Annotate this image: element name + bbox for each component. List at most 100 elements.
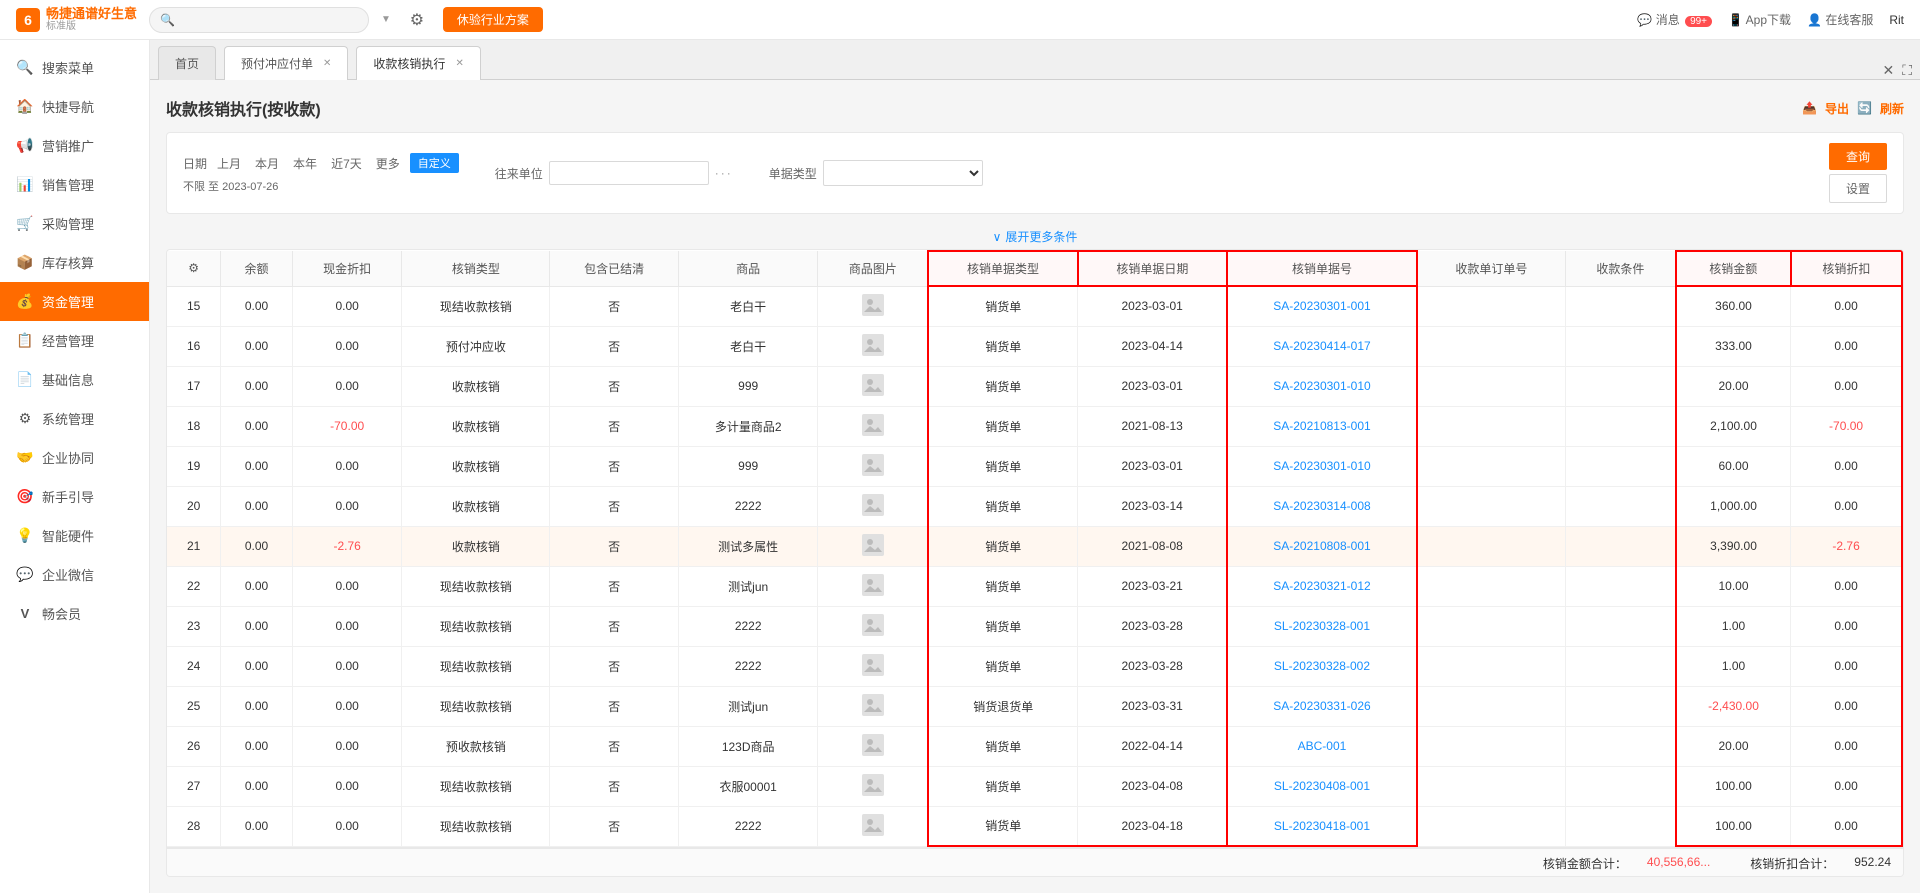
cell-discount: 0.00: [1791, 446, 1902, 486]
cell-cash-discount: 0.00: [292, 606, 402, 646]
doc-no-link[interactable]: SA-20230314-008: [1273, 499, 1370, 513]
custom-date-button[interactable]: 自定义: [410, 153, 459, 173]
online-service-link[interactable]: 👤 在线客服: [1807, 11, 1873, 28]
this-year-link[interactable]: 本年: [289, 153, 321, 174]
cell-doc-date: 2023-04-18: [1078, 806, 1227, 846]
settings-button[interactable]: 设置: [1829, 174, 1887, 203]
sidebar-item-member[interactable]: V 畅会员: [0, 594, 149, 633]
settings-icon[interactable]: ⚙: [403, 6, 431, 34]
cell-verify-type: 收款核销: [402, 366, 550, 406]
sidebar-item-search[interactable]: 🔍 搜索菜单: [0, 48, 149, 87]
page-content: 收款核销执行(按收款) 📤 导出 🔄 刷新 日期 上月 本月 本年 近7天: [150, 80, 1920, 893]
cell-amount: 1.00: [1676, 646, 1791, 686]
doc-no-link[interactable]: SA-20230414-017: [1273, 339, 1370, 353]
doc-no-link[interactable]: SA-20230301-010: [1273, 379, 1370, 393]
sidebar-item-marketing[interactable]: 📢 营销推广: [0, 126, 149, 165]
cell-verify-type: 现结收款核销: [402, 646, 550, 686]
refresh-button[interactable]: 刷新: [1880, 100, 1904, 117]
last-month-link[interactable]: 上月: [213, 153, 245, 174]
service-icon: 👤: [1807, 13, 1822, 27]
cell-amount: -2,430.00: [1676, 686, 1791, 726]
sidebar-item-inventory[interactable]: 📦 库存核算: [0, 243, 149, 282]
sidebar-item-finance[interactable]: 💰 资金管理: [0, 282, 149, 321]
app-logo: 6 畅捷通谱好生意 标准版: [16, 6, 137, 34]
app-download-link[interactable]: 📱 App下载: [1728, 11, 1791, 28]
export-button[interactable]: 导出: [1825, 100, 1849, 117]
doc-no-link[interactable]: SA-20210813-001: [1273, 419, 1370, 433]
cell-doc-date: 2023-03-31: [1078, 686, 1227, 726]
cell-verify-type: 现结收款核销: [402, 806, 550, 846]
doc-no-link[interactable]: SA-20230301-010: [1273, 459, 1370, 473]
sidebar-item-sales[interactable]: 📊 销售管理: [0, 165, 149, 204]
user-name[interactable]: Rit: [1889, 13, 1904, 27]
search-box[interactable]: 🔍: [149, 7, 369, 33]
sidebar-item-finance-label: 资金管理: [42, 292, 94, 311]
more-link[interactable]: 更多: [372, 153, 404, 174]
tab-prepay[interactable]: 预付冲应付单 ✕: [224, 46, 348, 80]
doc-no-link[interactable]: SA-20210808-001: [1273, 539, 1370, 553]
expand-more-bar[interactable]: ∨ 展开更多条件: [166, 224, 1904, 249]
doc-no-link[interactable]: SA-20230301-001: [1273, 299, 1370, 313]
doc-no-link[interactable]: SL-20230328-002: [1274, 659, 1370, 673]
tab-prepay-close-icon[interactable]: ✕: [323, 58, 331, 69]
sidebar-item-shortcut[interactable]: 🏠 快捷导航: [0, 87, 149, 126]
from-unit-filter: 往来单位 ···: [495, 161, 733, 185]
cell-included: 否: [550, 566, 679, 606]
doc-no-link[interactable]: SA-20230331-026: [1273, 699, 1370, 713]
message-link[interactable]: 💬 消息 99+: [1637, 11, 1712, 28]
table-row: 19 0.00 0.00 收款核销 否 999 销货单 2023-03-01 S…: [167, 446, 1902, 486]
last7-link[interactable]: 近7天: [327, 153, 366, 174]
window-close-icon[interactable]: ✕: [1882, 62, 1894, 79]
cell-order-no: [1417, 566, 1566, 606]
cell-id: 17: [167, 366, 221, 406]
doc-no-link[interactable]: SA-20230321-012: [1273, 579, 1370, 593]
query-button[interactable]: 查询: [1829, 143, 1887, 170]
col-settings[interactable]: ⚙: [167, 251, 221, 286]
cell-id: 27: [167, 766, 221, 806]
from-unit-input[interactable]: [549, 161, 709, 185]
solution-button[interactable]: 休验行业方案: [443, 7, 543, 32]
cell-id: 21: [167, 526, 221, 566]
sidebar-item-member-label: 畅会员: [42, 604, 81, 623]
cell-id: 19: [167, 446, 221, 486]
col-included: 包含已结清: [550, 251, 679, 286]
query-actions: 查询 设置: [1829, 143, 1887, 203]
receipt-type-select[interactable]: [823, 160, 983, 186]
enterprise-icon: 🤝: [16, 449, 34, 466]
doc-no-link[interactable]: SL-20230418-001: [1274, 819, 1370, 833]
cell-product: 测试多属性: [679, 526, 818, 566]
cell-id: 15: [167, 286, 221, 326]
col-doc-type: 核销单据类型: [928, 251, 1077, 286]
sidebar-item-guide[interactable]: 🎯 新手引导: [0, 477, 149, 516]
table-row: 23 0.00 0.00 现结收款核销 否 2222 销货单 2023-03-2…: [167, 606, 1902, 646]
sidebar-item-enterprise[interactable]: 🤝 企业协同: [0, 438, 149, 477]
this-month-link[interactable]: 本月: [251, 153, 283, 174]
doc-no-link[interactable]: SL-20230408-001: [1274, 779, 1370, 793]
cell-doc-no: SA-20210808-001: [1227, 526, 1417, 566]
cell-doc-no: SL-20230328-002: [1227, 646, 1417, 686]
sidebar-item-purchase[interactable]: 🛒 采购管理: [0, 204, 149, 243]
cell-product-image: [818, 326, 928, 366]
doc-no-link[interactable]: SL-20230328-001: [1274, 619, 1370, 633]
sidebar-item-system[interactable]: ⚙ 系统管理: [0, 399, 149, 438]
table-row: 24 0.00 0.00 现结收款核销 否 2222 销货单 2023-03-2…: [167, 646, 1902, 686]
cell-discount: 0.00: [1791, 766, 1902, 806]
doc-no-link[interactable]: ABC-001: [1298, 739, 1347, 753]
sidebar-item-wechat[interactable]: 💬 企业微信: [0, 555, 149, 594]
dropdown-arrow-icon[interactable]: ▼: [381, 14, 391, 25]
tab-receipts-close-icon[interactable]: ✕: [455, 58, 463, 69]
col-product-image: 商品图片: [818, 251, 928, 286]
sidebar-item-basic[interactable]: 📄 基础信息: [0, 360, 149, 399]
tab-home[interactable]: 首页: [158, 46, 216, 80]
cell-doc-type: 销货单: [928, 286, 1077, 326]
table-header-row: ⚙ 余额 现金折扣 核销类型 包含已结清 商品 商品图片 核销单据类型 核销单据…: [167, 251, 1902, 286]
sidebar-item-hardware[interactable]: 💡 智能硬件: [0, 516, 149, 555]
member-icon: V: [16, 606, 34, 621]
tab-receipts[interactable]: 收款核销执行 ✕: [356, 46, 480, 80]
sidebar-item-operations[interactable]: 📋 经营管理: [0, 321, 149, 360]
window-maximize-icon[interactable]: ⛶: [1902, 62, 1912, 79]
cell-verify-type: 收款核销: [402, 446, 550, 486]
top-bar-right: 💬 消息 99+ 📱 App下载 👤 在线客服 Rit: [1637, 11, 1904, 28]
cell-included: 否: [550, 606, 679, 646]
message-badge: 99+: [1685, 16, 1712, 27]
